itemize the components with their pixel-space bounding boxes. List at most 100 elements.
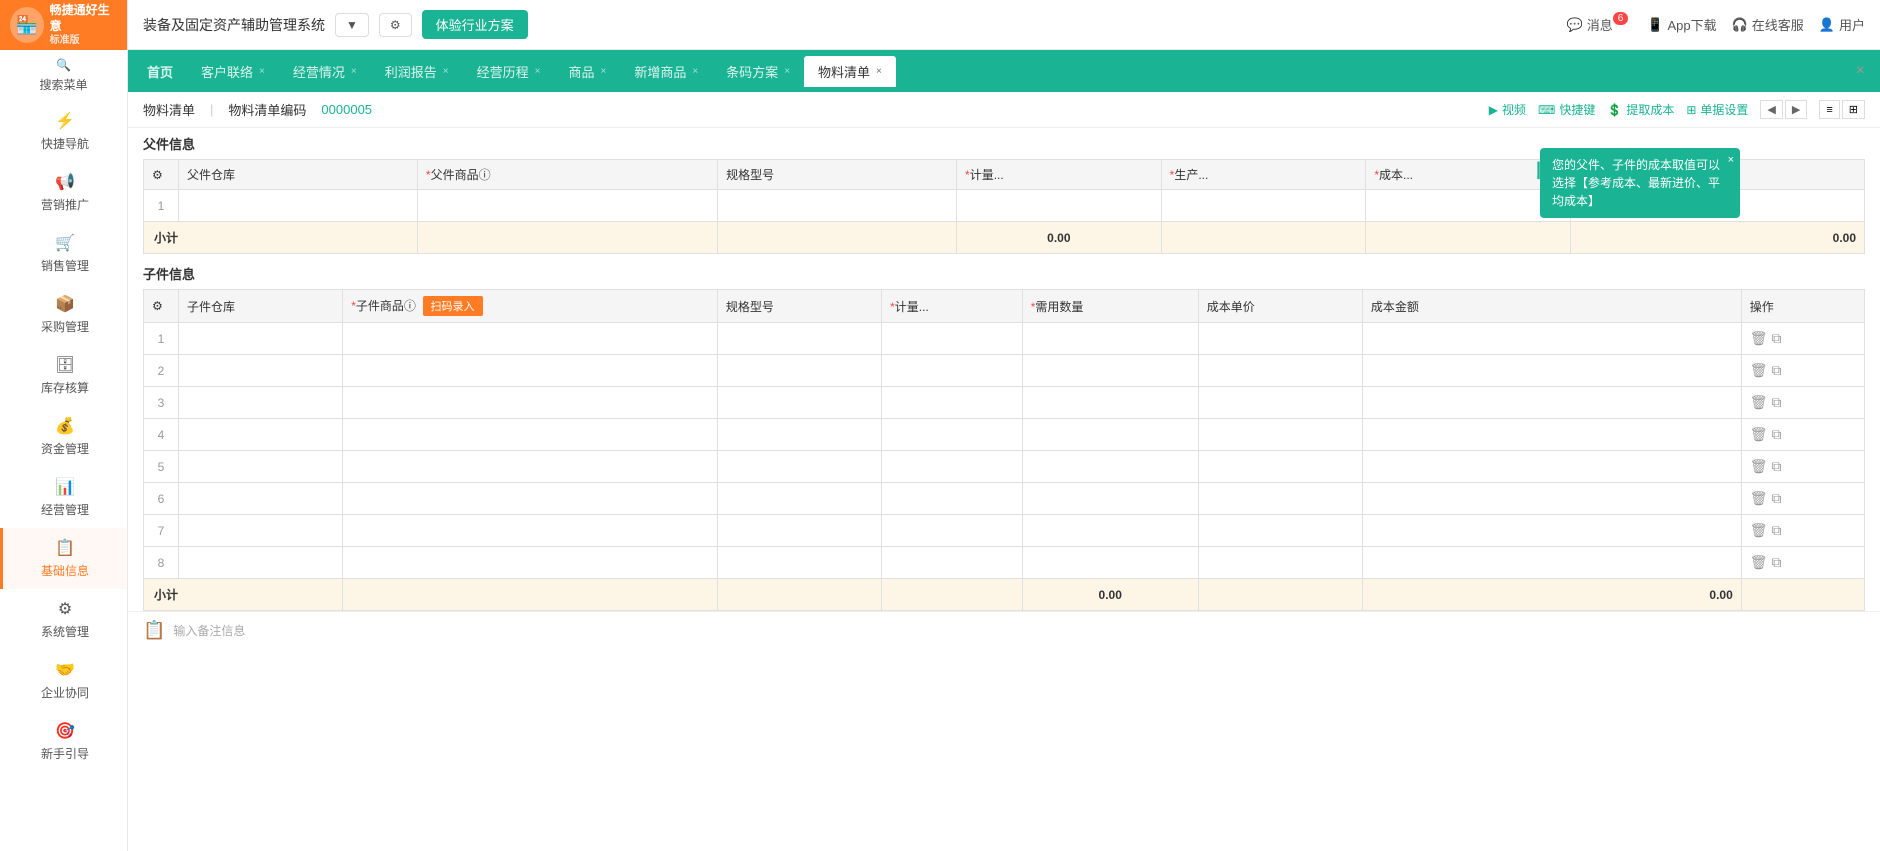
app-download-btn[interactable]: 📱 App下载 (1647, 15, 1716, 34)
sidebar-item-inventory[interactable]: 🗄 库存核算 (0, 345, 127, 406)
child-qty-7[interactable] (1022, 515, 1198, 547)
grid-view-btn[interactable]: ⊞ (1842, 100, 1865, 119)
child-spec-6[interactable] (717, 483, 881, 515)
copy-icon-6[interactable]: ⧉ (1772, 490, 1782, 507)
tab-profit-close[interactable]: × (443, 66, 449, 77)
tab-goods-close[interactable]: × (600, 66, 606, 77)
child-goods-8[interactable] (343, 547, 718, 579)
close-all-btn[interactable]: × (1846, 62, 1875, 80)
sidebar-item-finance[interactable]: 💰 资金管理 (0, 406, 127, 467)
sidebar-item-purchase[interactable]: 📦 采购管理 (0, 284, 127, 345)
sidebar-item-search[interactable]: 🔍 搜索菜单 (0, 50, 127, 101)
sidebar-item-system[interactable]: ⚙ 系统管理 (0, 589, 127, 650)
delete-icon-7[interactable]: 🗑 (1750, 522, 1768, 539)
child-unit-8[interactable] (882, 547, 1023, 579)
child-col-settings[interactable]: ⚙ (144, 290, 179, 323)
sidebar-item-marketing[interactable]: 📢 营销推广 (0, 162, 127, 223)
tab-bom[interactable]: 物料清单 × (804, 56, 896, 87)
settings-doc-btn[interactable]: ⊞ 单据设置 (1686, 101, 1748, 118)
delete-icon-4[interactable]: 🗑 (1750, 426, 1768, 443)
child-warehouse-5[interactable] (179, 451, 343, 483)
delete-icon-3[interactable]: 🗑 (1750, 394, 1768, 411)
parent-unit-1[interactable] (957, 190, 1162, 222)
child-unit-price-5[interactable] (1198, 451, 1362, 483)
list-view-btn[interactable]: ≡ (1819, 100, 1839, 119)
child-unit-4[interactable] (882, 419, 1023, 451)
child-unit-1[interactable] (882, 323, 1023, 355)
child-qty-8[interactable] (1022, 547, 1198, 579)
tab-history[interactable]: 经营历程 × (463, 56, 555, 87)
delete-icon-2[interactable]: 🗑 (1750, 362, 1768, 379)
tab-customer[interactable]: 客户联络 × (187, 56, 279, 87)
child-goods-7[interactable] (343, 515, 718, 547)
tab-new-goods[interactable]: 新增商品 × (620, 56, 712, 87)
shortcut-btn[interactable]: ⌨ 快捷键 (1538, 101, 1595, 118)
tab-home[interactable]: 首页 (133, 56, 187, 87)
online-service-btn[interactable]: 🎧 在线客服 (1732, 15, 1804, 34)
view-video-btn[interactable]: ▶ 视频 (1489, 101, 1526, 118)
child-unit-price-8[interactable] (1198, 547, 1362, 579)
child-goods-2[interactable] (343, 355, 718, 387)
copy-icon-8[interactable]: ⧉ (1772, 554, 1782, 571)
child-spec-7[interactable] (717, 515, 881, 547)
copy-icon-3[interactable]: ⧉ (1772, 394, 1782, 411)
child-spec-3[interactable] (717, 387, 881, 419)
child-unit-price-6[interactable] (1198, 483, 1362, 515)
sidebar-item-basic-info[interactable]: 📋 基础信息 (0, 528, 127, 589)
sidebar-item-quicknav[interactable]: ⚡ 快捷导航 (0, 101, 127, 162)
child-goods-3[interactable] (343, 387, 718, 419)
child-warehouse-1[interactable] (179, 323, 343, 355)
tab-barcode[interactable]: 条码方案 × (712, 56, 804, 87)
child-qty-6[interactable] (1022, 483, 1198, 515)
copy-icon-5[interactable]: ⧉ (1772, 458, 1782, 475)
next-btn[interactable]: ▶ (1785, 100, 1807, 119)
delete-icon-8[interactable]: 🗑 (1750, 554, 1768, 571)
child-spec-4[interactable] (717, 419, 881, 451)
tab-profit[interactable]: 利润报告 × (371, 56, 463, 87)
user-btn[interactable]: 👤 用户 (1819, 15, 1865, 34)
prev-btn[interactable]: ◀ (1760, 100, 1782, 119)
parent-col-settings[interactable]: ⚙ (144, 160, 179, 190)
child-unit-7[interactable] (882, 515, 1023, 547)
child-qty-4[interactable] (1022, 419, 1198, 451)
delete-icon-5[interactable]: 🗑 (1750, 458, 1768, 475)
child-goods-5[interactable] (343, 451, 718, 483)
child-warehouse-7[interactable] (179, 515, 343, 547)
child-unit-price-2[interactable] (1198, 355, 1362, 387)
child-unit-2[interactable] (882, 355, 1023, 387)
parent-goods-1[interactable] (417, 190, 717, 222)
dropdown-btn[interactable]: ▼ (335, 13, 369, 37)
delete-icon-6[interactable]: 🗑 (1750, 490, 1768, 507)
sidebar-item-operations[interactable]: 📊 经营管理 (0, 467, 127, 528)
parent-warehouse-1[interactable] (179, 190, 418, 222)
cost-btn[interactable]: 💲 提取成本 (1607, 101, 1674, 118)
child-unit-price-1[interactable] (1198, 323, 1362, 355)
child-qty-1[interactable] (1022, 323, 1198, 355)
sidebar-item-sales[interactable]: 🛒 销售管理 (0, 223, 127, 284)
child-unit-3[interactable] (882, 387, 1023, 419)
tab-goods[interactable]: 商品 × (554, 56, 620, 87)
settings-btn[interactable]: ⚙ (379, 13, 412, 37)
copy-icon-1[interactable]: ⧉ (1772, 330, 1782, 347)
child-warehouse-3[interactable] (179, 387, 343, 419)
child-goods-4[interactable] (343, 419, 718, 451)
scan-input-btn[interactable]: 扫码录入 (423, 296, 483, 316)
sidebar-item-enterprise[interactable]: 🤝 企业协同 (0, 650, 127, 711)
child-goods-6[interactable] (343, 483, 718, 515)
message-btn[interactable]: 💬 消息 6 (1567, 15, 1633, 34)
child-warehouse-2[interactable] (179, 355, 343, 387)
trial-btn[interactable]: 体验行业方案 (422, 10, 528, 39)
copy-icon-2[interactable]: ⧉ (1772, 362, 1782, 379)
parent-produce-1[interactable] (1161, 190, 1366, 222)
copy-icon-4[interactable]: ⧉ (1772, 426, 1782, 443)
delete-icon-1[interactable]: 🗑 (1750, 330, 1768, 347)
tab-barcode-close[interactable]: × (784, 66, 790, 77)
child-spec-1[interactable] (717, 323, 881, 355)
child-unit-5[interactable] (882, 451, 1023, 483)
child-warehouse-4[interactable] (179, 419, 343, 451)
child-qty-2[interactable] (1022, 355, 1198, 387)
sidebar-item-guide[interactable]: 🎯 新手引导 (0, 711, 127, 772)
child-goods-1[interactable] (343, 323, 718, 355)
child-unit-price-7[interactable] (1198, 515, 1362, 547)
tab-operations-close[interactable]: × (351, 66, 357, 77)
